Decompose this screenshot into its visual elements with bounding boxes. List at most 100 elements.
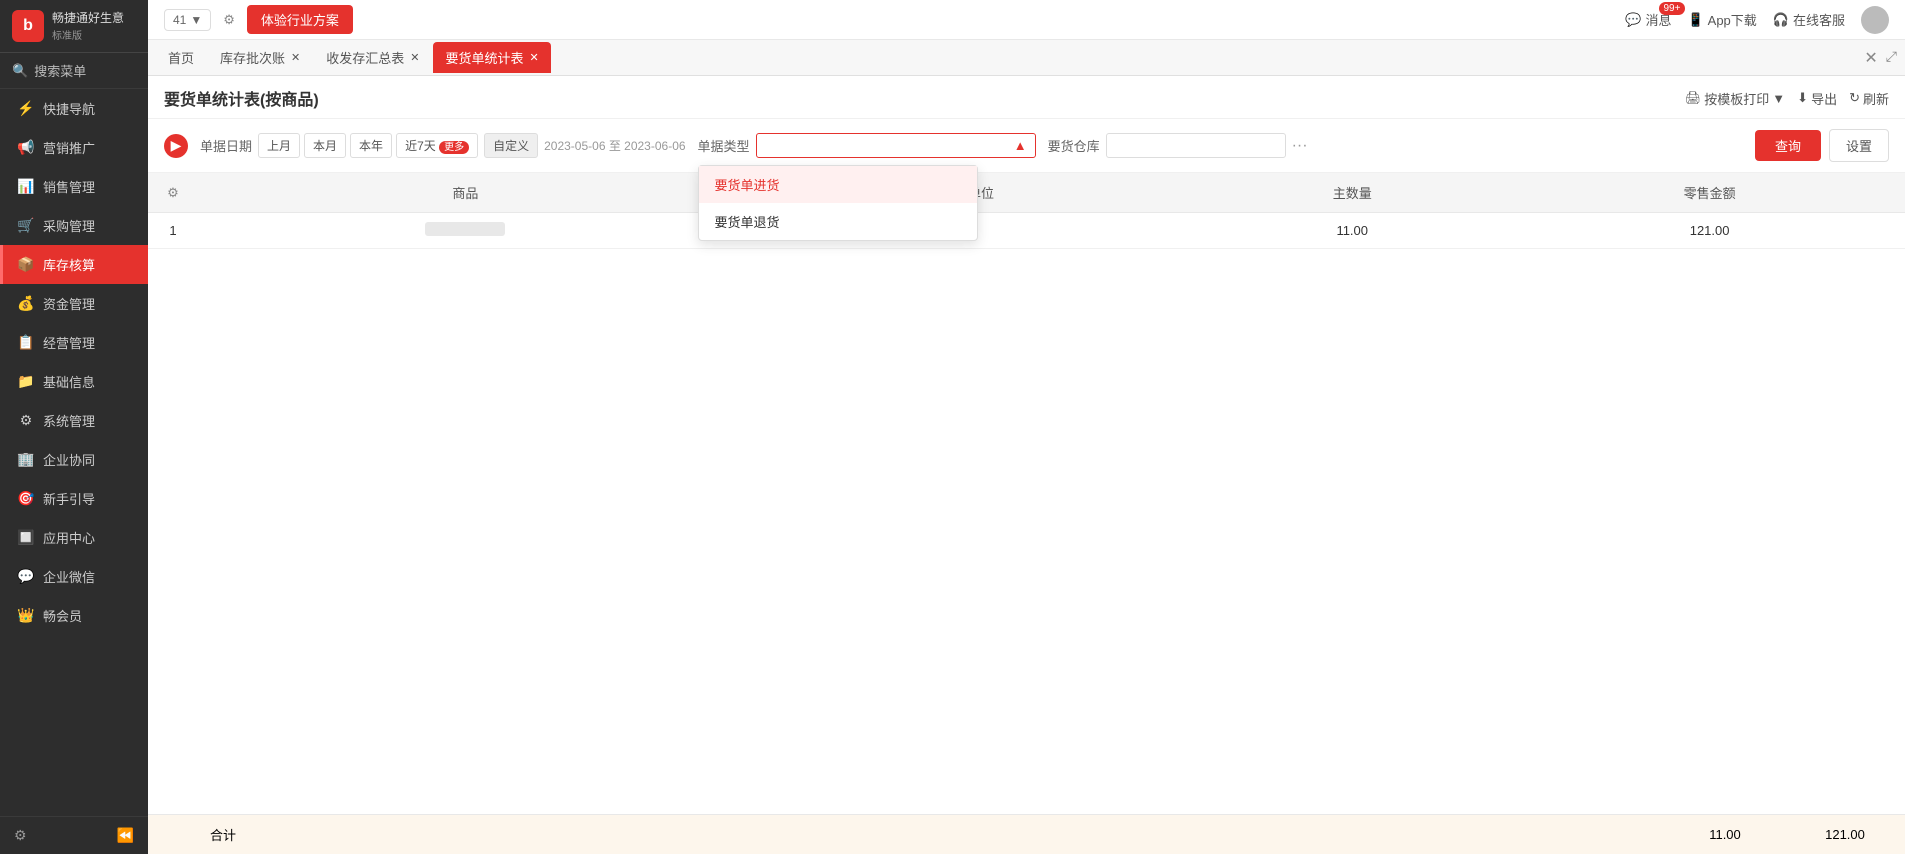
warehouse-more-btn[interactable]: ··· [1292,137,1308,155]
sidebar-item-operation[interactable]: 📋 经营管理 [0,323,148,362]
main-content: 41 ▼ ⚙ 体验行业方案 💬 消息 99+ 📱 App下载 🎧 在线客服 [148,0,1905,854]
messages-badge: 99+ [1659,2,1686,15]
sidebar-item-system[interactable]: ⚙ 系统管理 [0,401,148,440]
more-badge: 更多 [439,141,469,154]
col-quantity: 主数量 [1190,173,1514,213]
online-service-btn[interactable]: 🎧 在线客服 [1773,10,1845,29]
sidebar-item-wechat[interactable]: 💬 企业微信 [0,557,148,596]
col-amount: 零售金额 [1514,173,1905,213]
row-product [198,213,733,249]
basic-icon: 📁 [17,373,35,390]
app-download-btn[interactable]: 📱 App下载 [1687,10,1756,29]
search-menu-label: 搜索菜单 [34,61,86,80]
date-quick-btns: 上月 本月 本年 近7天 更多 [258,133,478,158]
tab-inventory-batch[interactable]: 库存批次账 ✕ [208,42,312,73]
sidebar-item-finance[interactable]: 💰 资金管理 [0,284,148,323]
date-btn-this-month[interactable]: 本月 [304,133,346,158]
finance-icon: 💰 [17,295,35,312]
export-btn[interactable]: ⬇ 导出 [1797,89,1837,108]
tab-label: 收发存汇总表 [326,48,404,67]
table-footer: 合计 11.00 121.00 [148,814,1905,854]
sidebar-item-label: 资金管理 [43,294,95,313]
table-area: ⚙ 商品 主计量单位 主数量 零售金额 [148,173,1905,814]
date-btn-last-month[interactable]: 上月 [258,133,300,158]
tabs-count-value: 41 [173,13,186,27]
print-btn[interactable]: 🖨 按模板打印 ▼ [1685,89,1785,108]
sidebar-item-enterprise[interactable]: 🏢 企业协同 [0,440,148,479]
filter-type-group: 单据类型 ▲ 要货单进货 要货单退货 [698,133,1036,158]
date-range-display: 2023-05-06 至 2023-06-06 [544,137,685,154]
filter-warehouse-group: 要货仓库 ··· [1048,133,1308,158]
sidebar-item-sales[interactable]: 📊 销售管理 [0,167,148,206]
tab-bar-actions: ✕ ⤢ [1864,48,1897,68]
page-title: 要货单统计表(按商品) [164,86,319,110]
date-btn-this-year[interactable]: 本年 [350,133,392,158]
settings-icon[interactable]: ⚙ [14,827,27,844]
col-product: 商品 [198,173,733,213]
sidebar-item-marketing[interactable]: 📢 营销推广 [0,128,148,167]
tab-order-stats[interactable]: 要货单统计表 ✕ [433,42,550,73]
user-avatar [1861,6,1889,34]
search-icon: 🔍 [12,63,28,79]
sidebar-item-label: 系统管理 [43,411,95,430]
messages-btn[interactable]: 💬 消息 99+ [1625,10,1671,29]
tab-close-icon[interactable]: ✕ [410,51,419,64]
dropdown-option-return[interactable]: 要货单退货 [699,203,977,240]
trial-btn[interactable]: 体验行业方案 [247,5,353,34]
query-btn[interactable]: 查询 [1755,130,1821,161]
type-filter-input[interactable]: ▲ [756,133,1036,158]
sidebar-item-label: 应用中心 [43,528,95,547]
sidebar-bottom: ⚙ ⏪ [0,816,148,854]
settings-gear-icon[interactable]: ⚙ [223,12,235,28]
type-filter-label: 单据类型 [698,136,750,155]
vip-icon: 👑 [17,607,35,624]
sidebar-item-newuser[interactable]: 🎯 新手引导 [0,479,148,518]
sidebar-item-label: 畅会员 [43,606,82,625]
search-menu[interactable]: 🔍 搜索菜单 [0,53,148,89]
tab-close-icon[interactable]: ✕ [291,51,300,64]
refresh-btn[interactable]: ↻ 刷新 [1849,89,1889,108]
system-icon: ⚙ [17,412,35,429]
filter-date-group: 单据日期 上月 本月 本年 近7天 更多 自定义 2023-05-06 至 20… [200,133,686,158]
row-quantity: 11.00 [1190,213,1514,249]
header-right: 💬 消息 99+ 📱 App下载 🎧 在线客服 [1625,6,1889,34]
phone-icon: 📱 [1687,12,1703,28]
col-settings[interactable]: ⚙ [148,173,198,213]
dropdown-option-order[interactable]: 要货单进货 [699,166,977,203]
sidebar-item-basic[interactable]: 📁 基础信息 [0,362,148,401]
expand-tabs-icon[interactable]: ⤢ [1886,48,1897,68]
tabs-count-selector[interactable]: 41 ▼ [164,9,211,31]
sales-icon: 📊 [17,178,35,195]
inventory-icon: 📦 [17,256,35,273]
sidebar-menu: ⚡ 快捷导航 📢 营销推广 📊 销售管理 🛒 采购管理 📦 库存核算 💰 资金管… [0,89,148,816]
user-avatar-btn[interactable] [1861,6,1889,34]
tab-close-active-icon[interactable]: ✕ [530,51,539,64]
sidebar-item-label: 新手引导 [43,489,95,508]
tab-home[interactable]: 首页 [156,42,206,73]
purchase-icon: 🛒 [17,217,35,234]
refresh-icon: ↻ [1849,90,1860,106]
sidebar-item-purchase[interactable]: 🛒 采购管理 [0,206,148,245]
tab-receipt-summary[interactable]: 收发存汇总表 ✕ [314,42,431,73]
date-btn-last-7-days[interactable]: 近7天 更多 [396,133,478,158]
apps-icon: 🔲 [17,529,35,546]
page-header: 要货单统计表(按商品) 🖨 按模板打印 ▼ ⬇ 导出 ↻ 刷新 [148,76,1905,119]
warehouse-filter-input[interactable] [1106,133,1286,158]
tab-home-label: 首页 [168,48,194,67]
sidebar-item-vip[interactable]: 👑 畅会员 [0,596,148,635]
sidebar-item-shortcut[interactable]: ⚡ 快捷导航 [0,89,148,128]
column-settings-icon[interactable]: ⚙ [167,185,179,200]
sidebar: b 畅捷通好生意 标准版 🔍 搜索菜单 ⚡ 快捷导航 📢 营销推广 📊 销售管理… [0,0,148,854]
date-custom-btn[interactable]: 自定义 [484,133,538,158]
close-all-tabs-icon[interactable]: ✕ [1864,48,1877,68]
footer-amount: 121.00 [1785,827,1905,842]
page: 要货单统计表(按商品) 🖨 按模板打印 ▼ ⬇ 导出 ↻ 刷新 ▶ [148,76,1905,854]
filter-expand-btn[interactable]: ▶ [164,134,188,158]
chevron-up-icon: ▲ [1014,138,1027,153]
sidebar-item-apps[interactable]: 🔲 应用中心 [0,518,148,557]
settings-btn[interactable]: 设置 [1829,129,1889,162]
collapse-icon[interactable]: ⏪ [117,827,134,844]
sidebar-item-label: 快捷导航 [43,99,95,118]
sidebar-item-inventory[interactable]: 📦 库存核算 [0,245,148,284]
type-dropdown: 要货单进货 要货单退货 [698,165,978,241]
